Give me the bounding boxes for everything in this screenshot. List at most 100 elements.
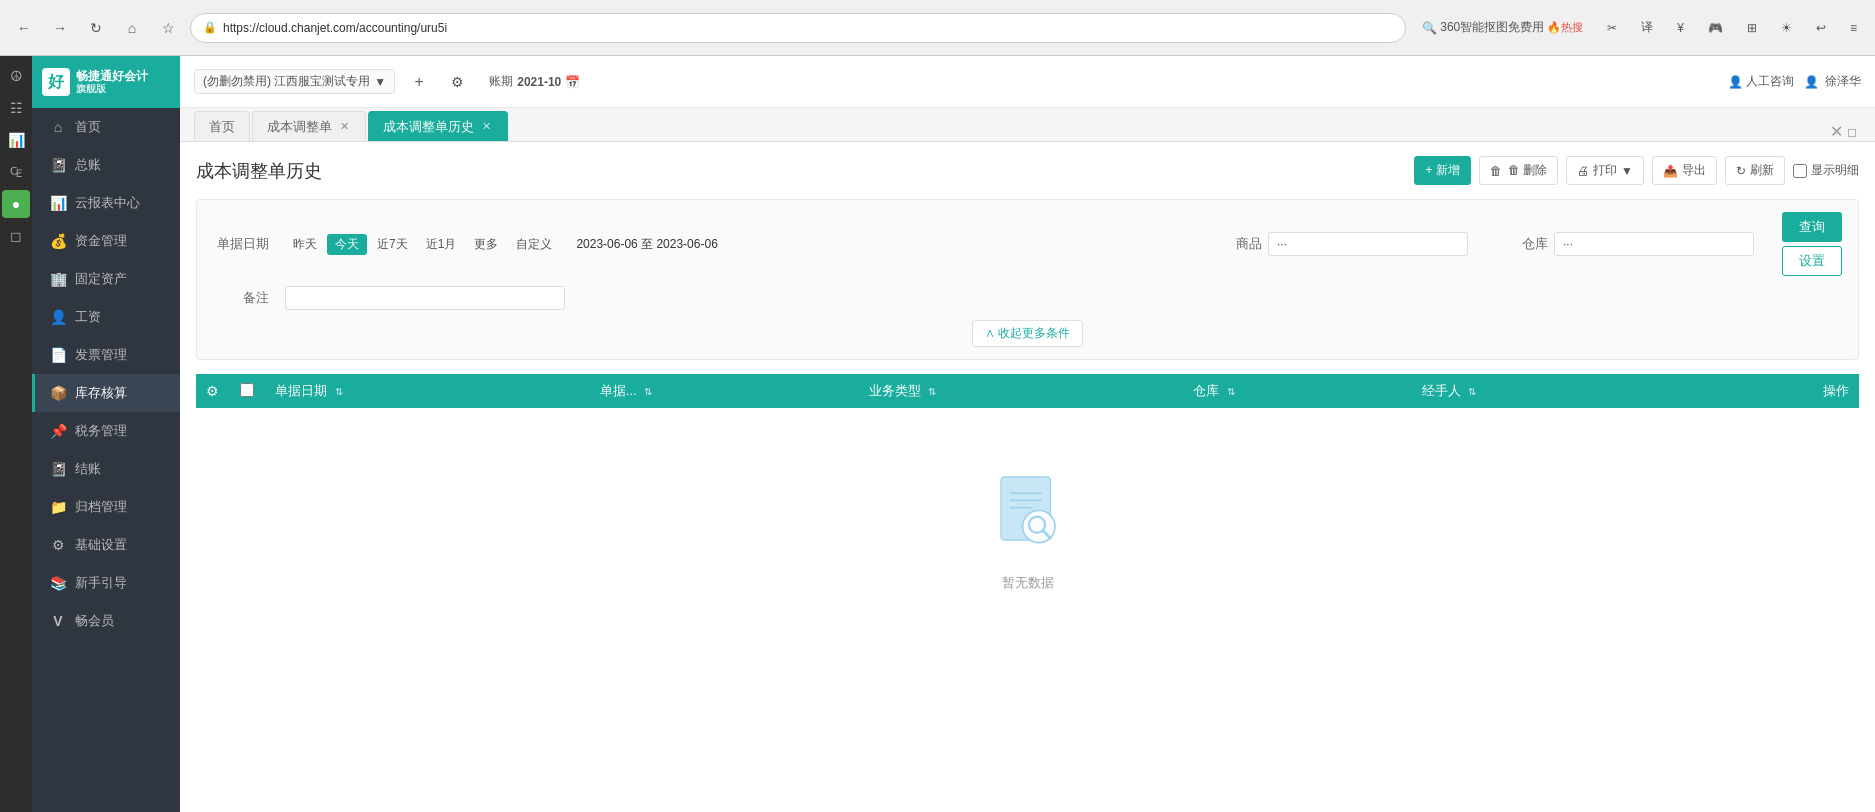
sidebar-item-guide[interactable]: 📚 新手引导 xyxy=(32,564,180,602)
top-bar: (勿删勿禁用) 江西服宝测试专用 ▼ + ⚙ 账期 2021-10 📅 👤 人工… xyxy=(180,56,1875,108)
filter-row-remark: 备注 xyxy=(213,286,1842,310)
icon-rail-active[interactable]: ● xyxy=(2,190,30,218)
icon-rail-home[interactable]: ☮ xyxy=(2,62,30,90)
query-button[interactable]: 查询 xyxy=(1782,212,1842,242)
warehouse-filter-select[interactable]: ··· xyxy=(1554,232,1754,256)
settings-nav-icon: ⚙ xyxy=(49,537,67,553)
icon-rail-chart[interactable]: 📊 xyxy=(2,126,30,154)
select-all-checkbox[interactable] xyxy=(240,383,254,397)
export-btn[interactable]: 📤 导出 xyxy=(1652,156,1717,185)
sidebar-item-tax[interactable]: 📌 税务管理 xyxy=(32,412,180,450)
shortcut-7days[interactable]: 近7天 xyxy=(369,234,416,255)
collapse-button[interactable]: ∧ 收起更多条件 xyxy=(972,320,1083,347)
sidebar-item-salary[interactable]: 👤 工资 xyxy=(32,298,180,336)
print-dropdown-icon: ▼ xyxy=(1621,164,1633,178)
empty-state: 暂无数据 xyxy=(196,408,1859,652)
sidebar-item-vip[interactable]: V 畅会员 xyxy=(32,602,180,640)
goods-filter-select[interactable]: ··· xyxy=(1268,232,1468,256)
icon-rail-menu[interactable]: ☷ xyxy=(2,94,30,122)
sidebar-item-settings[interactable]: ⚙ 基础设置 xyxy=(32,526,180,564)
remark-filter-label: 备注 xyxy=(213,289,269,307)
star-button[interactable]: ☆ xyxy=(154,14,182,42)
col-biz-type[interactable]: 业务类型 ⇅ xyxy=(859,374,1184,408)
sidebar-item-home[interactable]: ⌂ 首页 xyxy=(32,108,180,146)
delete-btn[interactable]: 🗑 🗑 删除 xyxy=(1479,156,1558,185)
shortcut-1month[interactable]: 近1月 xyxy=(418,234,465,255)
tab-cost-adjust-close[interactable]: ✕ xyxy=(338,120,351,133)
shortcut-today[interactable]: 今天 xyxy=(327,234,367,255)
sidebar-item-ledger[interactable]: 📓 总账 xyxy=(32,146,180,184)
sidebar-item-invoice[interactable]: 📄 发票管理 xyxy=(32,336,180,374)
refresh-btn[interactable]: ↻ 刷新 xyxy=(1725,156,1785,185)
settings-button[interactable]: 设置 xyxy=(1782,246,1842,276)
add-tab-button[interactable]: + xyxy=(405,68,433,96)
shortcut-yesterday[interactable]: 昨天 xyxy=(285,234,325,255)
page-content: 成本调整单历史 + 新增 🗑 🗑 删除 🖨 打印 ▼ 📤 导出 xyxy=(180,142,1875,812)
col-warehouse[interactable]: 仓库 ⇅ xyxy=(1183,374,1411,408)
display-setting: 显示明细 xyxy=(1793,162,1859,179)
calendar-icon[interactable]: 📅 xyxy=(565,75,580,89)
empty-state-row: 暂无数据 xyxy=(196,408,1859,652)
sort-arrows-wh: ⇅ xyxy=(1227,386,1235,397)
empty-text: 暂无数据 xyxy=(1002,574,1054,592)
back-button[interactable]: ← xyxy=(10,14,38,42)
sidebar-item-closing[interactable]: 📓 结账 xyxy=(32,450,180,488)
theme-tool[interactable]: ☀ xyxy=(1773,15,1800,41)
user-avatar-icon: 👤 xyxy=(1804,75,1819,89)
new-btn[interactable]: + 新增 xyxy=(1414,156,1470,185)
table-gear-btn[interactable]: ⚙ xyxy=(206,383,219,399)
user-menu[interactable]: 👤 徐泽华 xyxy=(1804,73,1861,90)
print-btn[interactable]: 🖨 打印 ▼ xyxy=(1566,156,1644,185)
tab-home[interactable]: 首页 xyxy=(194,111,250,141)
scissors-tool[interactable]: ✂ xyxy=(1599,15,1625,41)
home-button[interactable]: ⌂ xyxy=(118,14,146,42)
sidebar-item-inventory[interactable]: 📦 库存核算 xyxy=(32,374,180,412)
warehouse-dots[interactable]: ··· xyxy=(1563,237,1573,251)
icon-rail-money[interactable]: ₠ xyxy=(2,158,30,186)
search-btn[interactable]: 🔍 360智能抠图免费用 🔥热搜 xyxy=(1414,15,1591,41)
sidebar-item-funds[interactable]: 💰 资金管理 xyxy=(32,222,180,260)
date-range-text: 2023-06-06 至 2023-06-06 xyxy=(576,236,717,253)
col-doc-num[interactable]: 单据... ⇅ xyxy=(590,374,859,408)
tab-cost-history-close[interactable]: ✕ xyxy=(480,120,493,133)
inventory-nav-icon: 📦 xyxy=(49,385,67,401)
company-selector[interactable]: (勿删勿禁用) 江西服宝测试专用 ▼ xyxy=(194,69,395,94)
tab-cost-history[interactable]: 成本调整单历史 ✕ xyxy=(368,111,508,141)
col-action: 操作 xyxy=(1688,374,1859,408)
goods-dots[interactable]: ··· xyxy=(1277,237,1287,251)
shortcut-custom[interactable]: 自定义 xyxy=(508,234,560,255)
translate-tool[interactable]: 译 xyxy=(1633,15,1661,41)
tab-cost-adjust-label: 成本调整单 xyxy=(267,118,332,136)
sidebar-label-settings: 基础设置 xyxy=(75,536,127,554)
topbar-settings-icon[interactable]: ⚙ xyxy=(443,68,471,96)
search-icon: 🔍 xyxy=(1422,21,1437,35)
filter-row-date: 单据日期 昨天 今天 近7天 近1月 更多 自定义 2023-06-06 至 2… xyxy=(213,212,1842,276)
shortcut-more[interactable]: 更多 xyxy=(466,234,506,255)
sort-arrows-handler: ⇅ xyxy=(1468,386,1476,397)
help-btn[interactable]: 👤 人工咨询 xyxy=(1728,73,1794,90)
game-tool[interactable]: 🎮 xyxy=(1700,15,1731,41)
wallet-tool[interactable]: ¥ xyxy=(1669,15,1692,41)
address-bar[interactable]: 🔒 https://cloud.chanjet.com/accounting/u… xyxy=(190,13,1406,43)
tab-cost-adjust[interactable]: 成本调整单 ✕ xyxy=(252,111,366,141)
ledger-nav-icon: 📓 xyxy=(49,157,67,173)
tabs-expand-btn[interactable]: ◻ xyxy=(1847,125,1857,139)
forward-button[interactable]: → xyxy=(46,14,74,42)
menu-tool[interactable]: ≡ xyxy=(1842,15,1865,41)
col-handler[interactable]: 经手人 ⇅ xyxy=(1412,374,1689,408)
sidebar-item-archive[interactable]: 📁 归档管理 xyxy=(32,488,180,526)
date-filter-label: 单据日期 xyxy=(213,235,269,253)
sidebar-item-assets[interactable]: 🏢 固定资产 xyxy=(32,260,180,298)
icon-rail-box[interactable]: ◻ xyxy=(2,222,30,250)
logo-text: 畅捷通好会计 旗舰版 xyxy=(76,69,148,95)
col-date[interactable]: 单据日期 ⇅ xyxy=(265,374,590,408)
undo-tool[interactable]: ↩ xyxy=(1808,15,1834,41)
display-detail-checkbox[interactable] xyxy=(1793,164,1807,178)
close-all-tabs-btn[interactable]: ✕ xyxy=(1830,122,1843,141)
grid-tool[interactable]: ⊞ xyxy=(1739,15,1765,41)
sidebar-item-reports[interactable]: 📊 云报表中心 xyxy=(32,184,180,222)
col-doc-num-label: 单据... xyxy=(600,383,637,398)
remark-filter-input[interactable] xyxy=(285,286,565,310)
refresh-button[interactable]: ↻ xyxy=(82,14,110,42)
period-label: 账期 xyxy=(489,73,513,90)
